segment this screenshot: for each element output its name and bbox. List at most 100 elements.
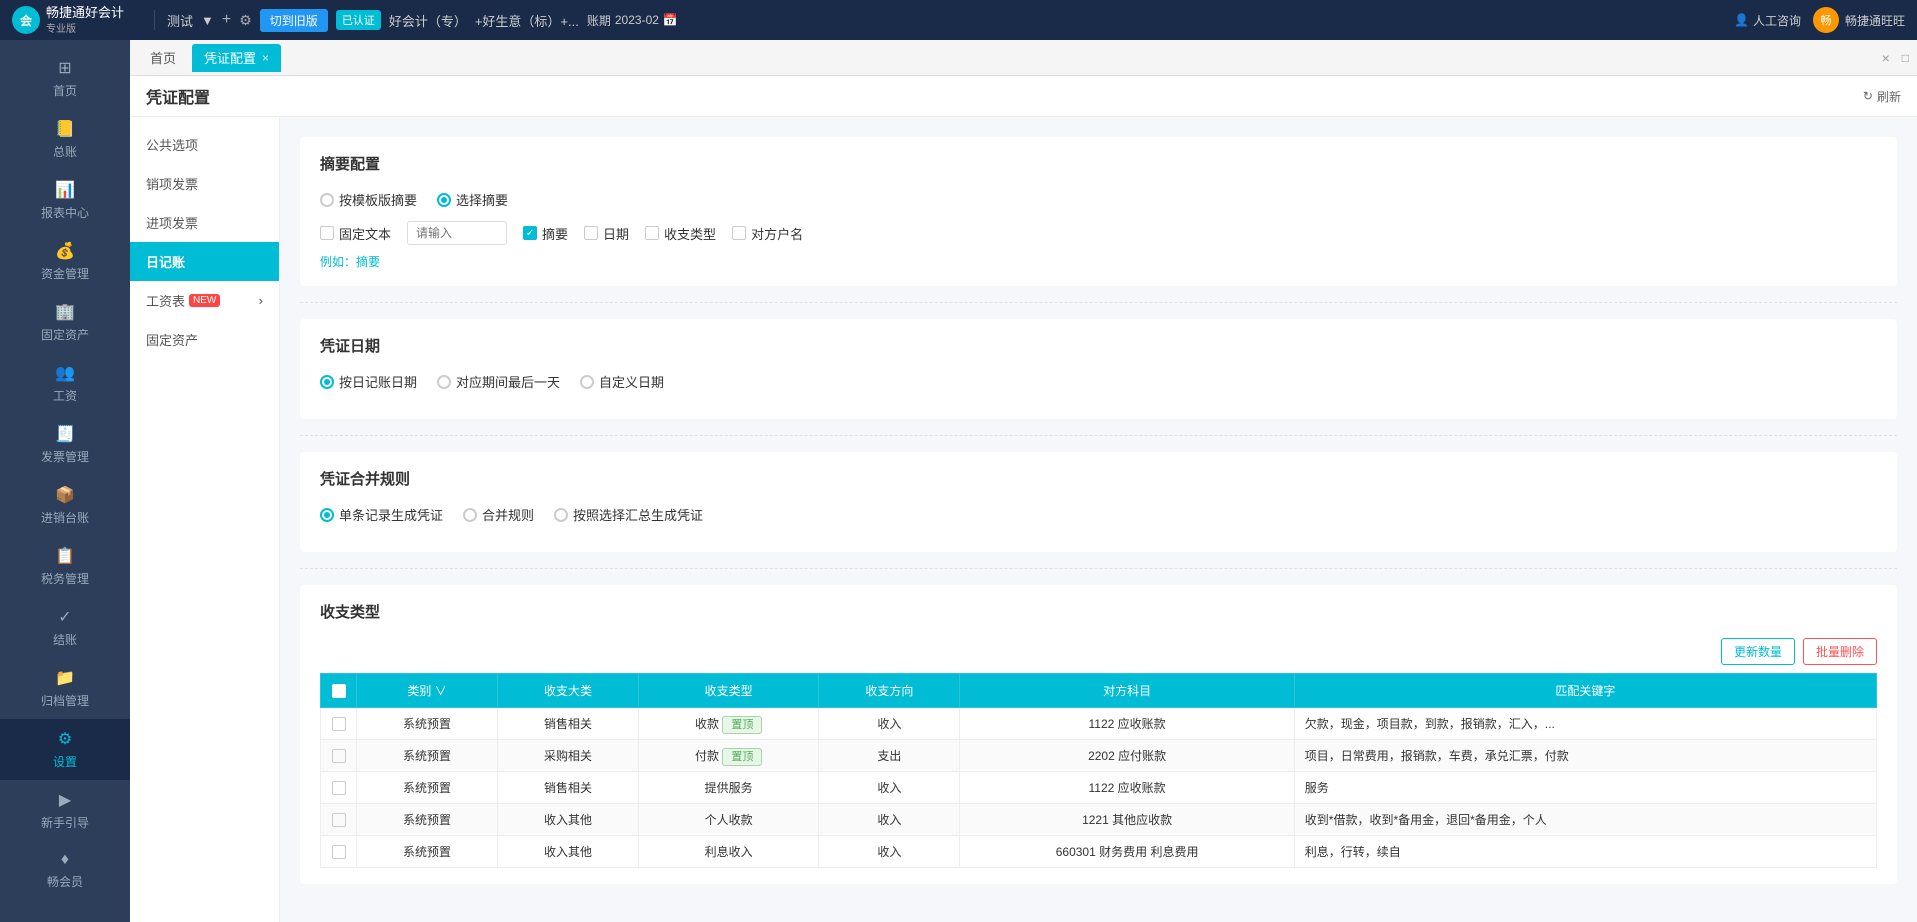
update-count-button[interactable]: 更新数量 — [1721, 638, 1795, 665]
topbar-divider — [154, 10, 155, 30]
left-menu-purchase-invoice[interactable]: 进项发票 — [130, 203, 279, 242]
tab-home-label: 首页 — [150, 48, 176, 67]
tab-home[interactable]: 首页 — [138, 44, 188, 72]
td-keyword: 服务 — [1294, 772, 1876, 804]
logo-sub: 专业版 — [46, 20, 124, 35]
batch-delete-button[interactable]: 批量删除 — [1803, 638, 1877, 665]
sidebar-item-funds[interactable]: 💰 资金管理 — [0, 231, 130, 292]
type-tag[interactable]: 置顶 — [722, 748, 762, 766]
sidebar-item-close[interactable]: ✓ 结账 — [0, 597, 130, 658]
sidebar-item-ledger[interactable]: 📒 总账 — [0, 109, 130, 170]
table-header-row: 类别 ∨ 收支大类 收支类型 收支方向 对方科目 匹配关键字 — [321, 674, 1877, 708]
fixed-text-input[interactable] — [407, 221, 507, 245]
sidebar-item-invoices[interactable]: 🧾 发票管理 — [0, 414, 130, 475]
td-type: 付款 置顶 — [638, 740, 818, 772]
tax-icon: 📋 — [55, 546, 75, 566]
type-tag[interactable]: 置顶 — [722, 716, 762, 734]
sidebar-label-home: 首页 — [53, 82, 77, 99]
left-menu: 公共选项 销项发票 进项发票 日记账 工资表 NEW — [130, 117, 280, 922]
sidebar-label-invoices: 发票管理 — [41, 448, 89, 465]
sidebar-item-wages[interactable]: 👥 工资 — [0, 353, 130, 414]
maximize-icon[interactable]: □ — [1902, 51, 1909, 65]
topbar-right: 👤 人工咨询 畅 畅捷通旺旺 — [1734, 7, 1905, 33]
td-contra-account: 1221 其他应收款 — [960, 804, 1294, 836]
left-menu-sales-invoice[interactable]: 销项发票 — [130, 164, 279, 203]
select-all-checkbox[interactable] — [332, 684, 346, 698]
td-checkbox[interactable] — [321, 772, 357, 804]
checkbox-income-type[interactable]: 收支类型 — [645, 224, 716, 243]
sidebar-label-member: 畅会员 — [47, 873, 83, 890]
radio-select-summary[interactable]: 选择摘要 — [437, 190, 508, 209]
sidebar-item-tax[interactable]: 📋 税务管理 — [0, 536, 130, 597]
checkbox-fixed-text[interactable]: 固定文本 — [320, 224, 391, 243]
sidebar-label-reports: 报表中心 — [41, 204, 89, 221]
radio-merge-rule[interactable]: 合并规则 — [463, 505, 534, 524]
username: 畅捷通旺旺 — [1845, 12, 1905, 29]
td-type: 收款 置顶 — [638, 708, 818, 740]
td-contra-account: 2202 应付账款 — [960, 740, 1294, 772]
sidebar-item-purchase[interactable]: 📦 进销台账 — [0, 475, 130, 536]
th-direction: 收支方向 — [819, 674, 960, 708]
tab-voucher-config[interactable]: 凭证配置 × — [192, 44, 281, 72]
close-window-icon[interactable]: × — [1882, 50, 1890, 66]
checkbox-summary[interactable]: ✓ 摘要 — [523, 224, 568, 243]
radio-template-circle — [320, 193, 334, 207]
checkbox-counterparty[interactable]: 对方户名 — [732, 224, 803, 243]
sidebar-item-assets[interactable]: 🏢 固定资产 — [0, 292, 130, 353]
left-menu-public[interactable]: 公共选项 — [130, 125, 279, 164]
member-icon: ♦ — [61, 851, 69, 869]
checkbox-date[interactable]: 日期 — [584, 224, 629, 243]
checkbox-counterparty-box — [732, 226, 746, 240]
divider-2 — [300, 435, 1897, 436]
topbar: 会 畅捷通好会计 专业版 测试 ▼ + ⚙ 切到旧版 已认证 好会计（专） +好… — [0, 0, 1917, 40]
sidebar-item-archive[interactable]: 📁 归档管理 — [0, 658, 130, 719]
checkbox-date-box — [584, 226, 598, 240]
user-profile[interactable]: 畅 畅捷通旺旺 — [1813, 7, 1905, 33]
radio-custom-date[interactable]: 自定义日期 — [580, 372, 664, 391]
radio-select-total-circle — [554, 508, 568, 522]
settings-sidebar-icon: ⚙ — [58, 729, 72, 749]
left-menu-fixed-assets[interactable]: 固定资产 — [130, 320, 279, 359]
td-checkbox[interactable] — [321, 708, 357, 740]
radio-period-last[interactable]: 对应期间最后一天 — [437, 372, 560, 391]
radio-single-record[interactable]: 单条记录生成凭证 — [320, 505, 443, 524]
avatar: 畅 — [1813, 7, 1839, 33]
consult-link[interactable]: 👤 人工咨询 — [1734, 12, 1801, 29]
add-button[interactable]: + — [222, 11, 231, 29]
sidebar-item-reports[interactable]: 📊 报表中心 — [0, 170, 130, 231]
tabbar: 首页 凭证配置 × × □ — [130, 40, 1917, 76]
haokuai-tag: 好会计（专） — [389, 11, 467, 30]
sidebar-item-settings[interactable]: ⚙ 设置 — [0, 719, 130, 780]
archive-icon: 📁 — [55, 668, 75, 688]
refresh-button[interactable]: ↻ 刷新 — [1863, 88, 1901, 105]
td-category: 系统预置 — [357, 740, 498, 772]
td-category: 系统预置 — [357, 772, 498, 804]
td-category: 系统预置 — [357, 804, 498, 836]
close-accounts-icon: ✓ — [58, 607, 71, 627]
summary-radio-group: 按模板版摘要 选择摘要 — [320, 190, 1877, 209]
sidebar-item-member[interactable]: ♦ 畅会员 — [0, 841, 130, 900]
tab-close-icon[interactable]: × — [262, 51, 269, 65]
switch-version-button[interactable]: 切到旧版 — [260, 9, 328, 32]
td-checkbox[interactable] — [321, 836, 357, 868]
sidebar-item-guide[interactable]: ▶ 新手引导 — [0, 780, 130, 841]
radio-journal-date[interactable]: 按日记账日期 — [320, 372, 417, 391]
settings-icon[interactable]: ⚙ — [239, 12, 252, 29]
radio-template-summary[interactable]: 按模板版摘要 — [320, 190, 417, 209]
new-badge: NEW — [189, 294, 220, 307]
left-menu-payroll[interactable]: 工资表 NEW › — [130, 281, 279, 320]
invoices-icon: 🧾 — [55, 424, 75, 444]
company-dropdown[interactable]: ▼ — [201, 13, 214, 28]
th-major-type: 收支大类 — [497, 674, 638, 708]
td-checkbox[interactable] — [321, 804, 357, 836]
example-text: 例如：摘要 — [320, 253, 1877, 270]
checkbox-fixed-text-box — [320, 226, 334, 240]
td-checkbox[interactable] — [321, 740, 357, 772]
th-checkbox[interactable] — [321, 674, 357, 708]
calendar-icon[interactable]: 📅 — [663, 13, 678, 27]
sidebar-item-home[interactable]: ⊞ 首页 — [0, 48, 130, 109]
radio-custom-date-circle — [580, 375, 594, 389]
radio-select-total[interactable]: 按照选择汇总生成凭证 — [554, 505, 703, 524]
left-menu-journal[interactable]: 日记账 — [130, 242, 279, 281]
income-section: 收支类型 更新数量 批量删除 类别 ∨ — [300, 585, 1897, 884]
